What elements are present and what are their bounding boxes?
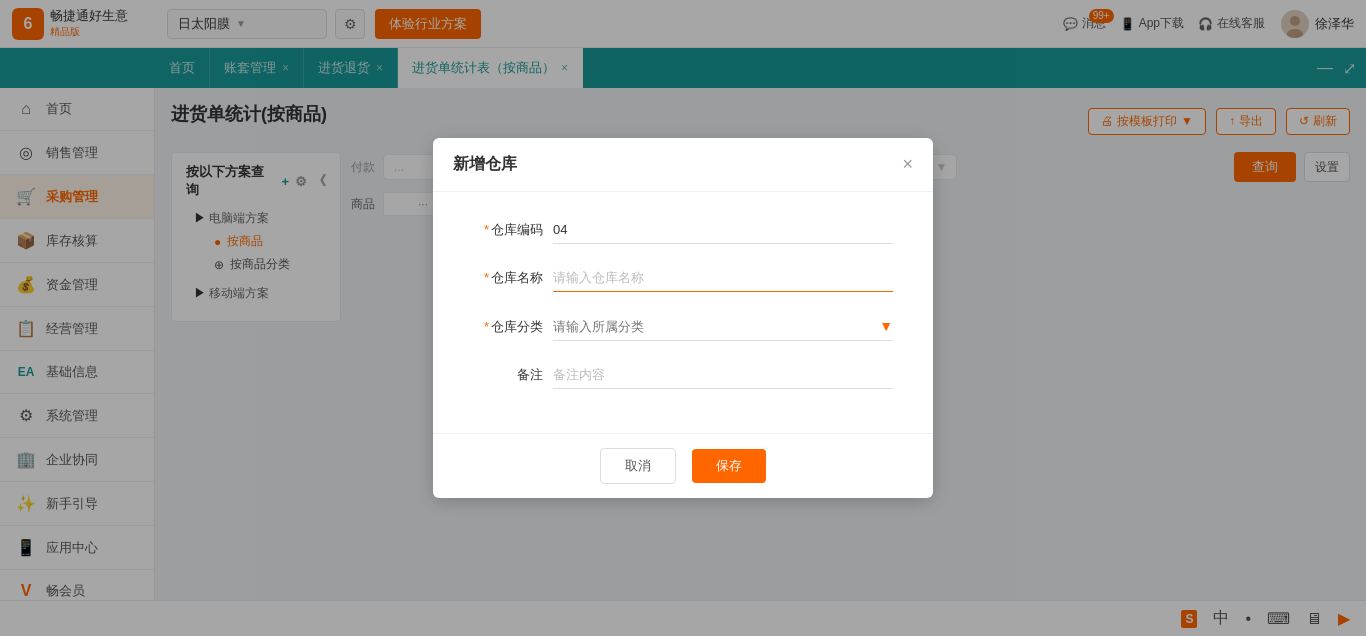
name-label: 仓库名称 <box>473 269 553 287</box>
form-row-name: 仓库名称 <box>473 264 893 292</box>
modal-body: 仓库编码 仓库名称 仓库分类 ▼ 备注 <box>433 192 933 433</box>
modal-footer: 取消 保存 <box>433 433 933 498</box>
code-label: 仓库编码 <box>473 221 553 239</box>
form-row-remark: 备注 <box>473 361 893 389</box>
form-row-category: 仓库分类 ▼ <box>473 312 893 341</box>
form-row-code: 仓库编码 <box>473 216 893 244</box>
remark-label: 备注 <box>473 366 553 384</box>
category-dropdown-icon[interactable]: ▼ <box>879 318 893 334</box>
category-label: 仓库分类 <box>473 318 553 336</box>
code-input[interactable] <box>553 216 893 244</box>
modal-header: 新增仓库 × <box>433 138 933 192</box>
name-input[interactable] <box>553 264 893 292</box>
category-select[interactable]: ▼ <box>553 312 893 341</box>
save-button[interactable]: 保存 <box>692 449 766 483</box>
modal-overlay: 新增仓库 × 仓库编码 仓库名称 仓库分类 ▼ <box>0 0 1366 636</box>
cancel-button[interactable]: 取消 <box>600 448 676 484</box>
modal-close-button[interactable]: × <box>902 154 913 175</box>
category-input[interactable] <box>553 319 879 334</box>
remark-input[interactable] <box>553 361 893 389</box>
modal-title: 新增仓库 <box>453 154 517 175</box>
modal-new-warehouse: 新增仓库 × 仓库编码 仓库名称 仓库分类 ▼ <box>433 138 933 498</box>
